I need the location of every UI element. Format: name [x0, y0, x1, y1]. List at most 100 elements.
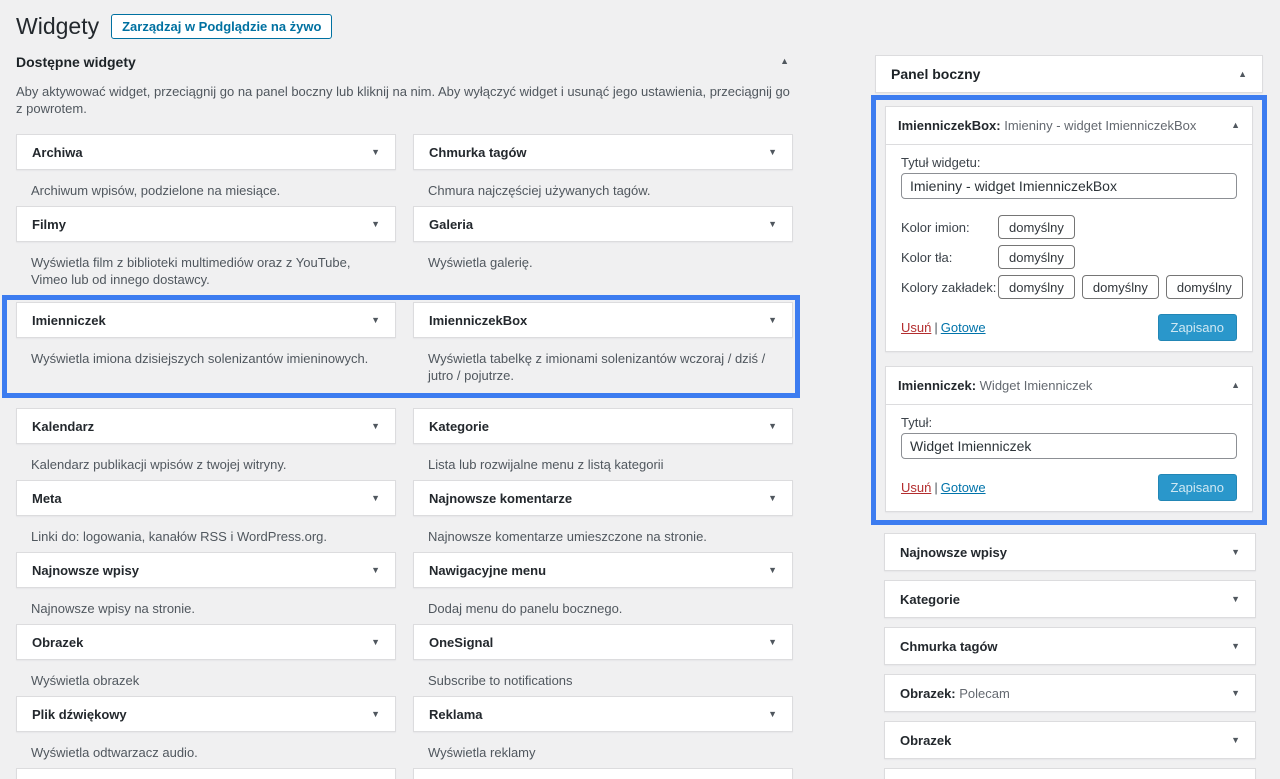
widget-title: Najnowsze wpisy — [32, 562, 139, 578]
widget-title: Obrazek — [900, 732, 952, 748]
chevron-up-icon[interactable]: ▲ — [1238, 69, 1247, 79]
widget-title: Galeria — [429, 216, 474, 232]
saved-button[interactable]: Zapisano — [1157, 474, 1237, 501]
chevron-down-icon[interactable]: ▼ — [371, 565, 380, 575]
widget-card-imienniczekbox[interactable]: ImienniczekBox ▼ — [413, 302, 793, 338]
widget-title: Plik dźwiękowy — [32, 706, 127, 722]
chevron-down-icon[interactable]: ▼ — [371, 421, 380, 431]
saved-button[interactable]: Zapisano — [1157, 314, 1237, 341]
widget-card-obrazek[interactable]: Obrazek ▼ — [16, 624, 396, 660]
widget-title-label: Tytuł: — [901, 415, 933, 430]
chevron-up-icon[interactable]: ▲ — [780, 57, 789, 66]
color-tab2-default-button[interactable]: domyślny — [1081, 275, 1159, 299]
widget-title-input[interactable] — [901, 173, 1237, 199]
delete-widget-link[interactable]: Usuń — [901, 320, 931, 335]
chevron-up-icon[interactable]: ▲ — [1231, 381, 1240, 390]
color-tab3-default-button[interactable]: domyślny — [1165, 275, 1243, 299]
page-header: Widgety Zarządzaj w Podglądzie na żywo — [16, 12, 333, 41]
available-widgets-grid: Archiwa ▼ Archiwum wpisów, podzielone na… — [2, 134, 800, 779]
chevron-down-icon[interactable]: ▼ — [768, 421, 777, 431]
widget-description: Linki do: logowania, kanałów RSS i WordP… — [31, 529, 328, 544]
sidebar-widget-collapsed-obrazek[interactable]: Obrazek ▼ — [884, 768, 1256, 779]
widget-card-galeria[interactable]: Galeria ▼ — [413, 206, 793, 242]
widget-title: Obrazek — [32, 634, 84, 650]
chevron-up-icon[interactable]: ▲ — [1231, 121, 1240, 130]
widget-description: Lista lub rozwijalne menu z listą katego… — [428, 457, 664, 472]
chevron-down-icon[interactable]: ▼ — [1231, 547, 1240, 557]
chevron-down-icon[interactable]: ▼ — [768, 315, 777, 325]
widget-card-related-posts[interactable]: Related Posts ▼ — [16, 768, 396, 779]
sidebar-widget-collapsed-obrazek[interactable]: Obrazek ▼ — [884, 721, 1256, 759]
chevron-down-icon[interactable]: ▼ — [768, 565, 777, 575]
widget-title-label: Tytuł widgetu: — [901, 155, 981, 170]
chevron-down-icon[interactable]: ▼ — [768, 219, 777, 229]
chevron-down-icon[interactable]: ▼ — [371, 493, 380, 503]
widget-card-najnowsze-wpisy[interactable]: Najnowsze wpisy ▼ — [16, 552, 396, 588]
chevron-down-icon[interactable]: ▼ — [768, 709, 777, 719]
widget-title: Kalendarz — [32, 418, 95, 434]
widget-card-plik-d-wi-kowy[interactable]: Plik dźwiękowy ▼ — [16, 696, 396, 732]
sidebar-widget-collapsed-najnowsze-wpisy[interactable]: Najnowsze wpisy ▼ — [884, 533, 1256, 571]
widget-card-rss[interactable]: RSS ▼ — [413, 768, 793, 779]
widget-title: Najnowsze komentarze — [429, 490, 573, 506]
widget-card-kategorie[interactable]: Kategorie ▼ — [413, 408, 793, 444]
chevron-down-icon[interactable]: ▼ — [1231, 688, 1240, 698]
widget-title: OneSignal — [429, 634, 494, 650]
color-tab1-default-button[interactable]: domyślny — [998, 275, 1075, 299]
delete-widget-link[interactable]: Usuń — [901, 480, 931, 495]
color-names-default-button[interactable]: domyślny — [998, 215, 1075, 239]
widget-card-najnowsze-komentarze[interactable]: Najnowsze komentarze ▼ — [413, 480, 793, 516]
sidebar-widget-imienniczek: Imienniczek: Widget Imienniczek ▲ Tytuł:… — [885, 366, 1253, 512]
widget-card-filmy[interactable]: Filmy ▼ — [16, 206, 396, 242]
chevron-down-icon[interactable]: ▼ — [1231, 641, 1240, 651]
widget-card-reklama[interactable]: Reklama ▼ — [413, 696, 793, 732]
done-link[interactable]: Gotowe — [941, 480, 986, 495]
chevron-down-icon[interactable]: ▼ — [768, 637, 777, 647]
chevron-down-icon[interactable]: ▼ — [371, 147, 380, 157]
widget-title: Reklama — [429, 706, 483, 722]
widget-description: Najnowsze komentarze umieszczone na stro… — [428, 529, 707, 544]
widget-description: Subscribe to notifications — [428, 673, 573, 688]
chevron-down-icon[interactable]: ▼ — [1231, 594, 1240, 604]
manage-live-preview-button[interactable]: Zarządzaj w Podglądzie na żywo — [111, 14, 333, 39]
sidebar-widget-collapsed-obrazek-[interactable]: Obrazek: Polecam ▼ — [884, 674, 1256, 712]
widget-settings-form: Tytuł: Usuń|Gotowe Zapisano — [886, 405, 1252, 511]
widget-title: Imienniczek — [32, 312, 106, 328]
widget-card-archiwa[interactable]: Archiwa ▼ — [16, 134, 396, 170]
widget-card-kalendarz[interactable]: Kalendarz ▼ — [16, 408, 396, 444]
sidebar-panel-title: Panel boczny — [891, 66, 981, 82]
widget-card-imienniczek[interactable]: Imienniczek ▼ — [16, 302, 396, 338]
widget-description: Wyświetla galerię. — [428, 255, 533, 270]
widget-card-chmurka-tag-w[interactable]: Chmurka tagów ▼ — [413, 134, 793, 170]
chevron-down-icon[interactable]: ▼ — [371, 315, 380, 325]
chevron-down-icon[interactable]: ▼ — [768, 147, 777, 157]
sidebar-panel-header[interactable]: Panel boczny ▲ — [875, 55, 1263, 93]
color-tabs-label: Kolory zakładek: — [901, 279, 997, 295]
widget-description: Wyświetla tabelkę z imionami solenizantó… — [428, 351, 766, 383]
widget-card-onesignal[interactable]: OneSignal ▼ — [413, 624, 793, 660]
widget-subtitle: Imieniny - widget ImienniczekBox — [1004, 118, 1197, 133]
widget-title: Chmurka tagów — [429, 144, 527, 160]
widget-title-input[interactable] — [901, 433, 1237, 459]
sidebar-widget-collapsed-kategorie[interactable]: Kategorie ▼ — [884, 580, 1256, 618]
widget-title: Kategorie — [900, 591, 960, 607]
widget-title: Archiwa — [32, 144, 83, 160]
widget-description: Najnowsze wpisy na stronie. — [31, 601, 196, 616]
widget-title: Nawigacyjne menu — [429, 562, 547, 578]
widget-card-meta[interactable]: Meta ▼ — [16, 480, 396, 516]
link-separator: | — [934, 320, 938, 335]
sidebar-widget-imienniczek-header[interactable]: Imienniczek: Widget Imienniczek ▲ — [886, 367, 1252, 405]
sidebar-widget-collapsed-chmurka-tag-w[interactable]: Chmurka tagów ▼ — [884, 627, 1256, 665]
widget-card-nawigacyjne-menu[interactable]: Nawigacyjne menu ▼ — [413, 552, 793, 588]
widget-title: Obrazek: — [900, 685, 956, 701]
chevron-down-icon[interactable]: ▼ — [371, 219, 380, 229]
color-background-default-button[interactable]: domyślny — [998, 245, 1075, 269]
widgets-admin-page: Widgety Zarządzaj w Podglądzie na żywo D… — [0, 0, 1280, 779]
chevron-down-icon[interactable]: ▼ — [768, 493, 777, 503]
chevron-down-icon[interactable]: ▼ — [371, 709, 380, 719]
available-widgets-panel: Dostępne widgety ▲ Aby aktywować widget,… — [2, 54, 800, 779]
chevron-down-icon[interactable]: ▼ — [1231, 735, 1240, 745]
sidebar-widget-imienniczekbox-header[interactable]: ImienniczekBox: Imieniny - widget Imienn… — [886, 107, 1252, 145]
chevron-down-icon[interactable]: ▼ — [371, 637, 380, 647]
done-link[interactable]: Gotowe — [941, 320, 986, 335]
